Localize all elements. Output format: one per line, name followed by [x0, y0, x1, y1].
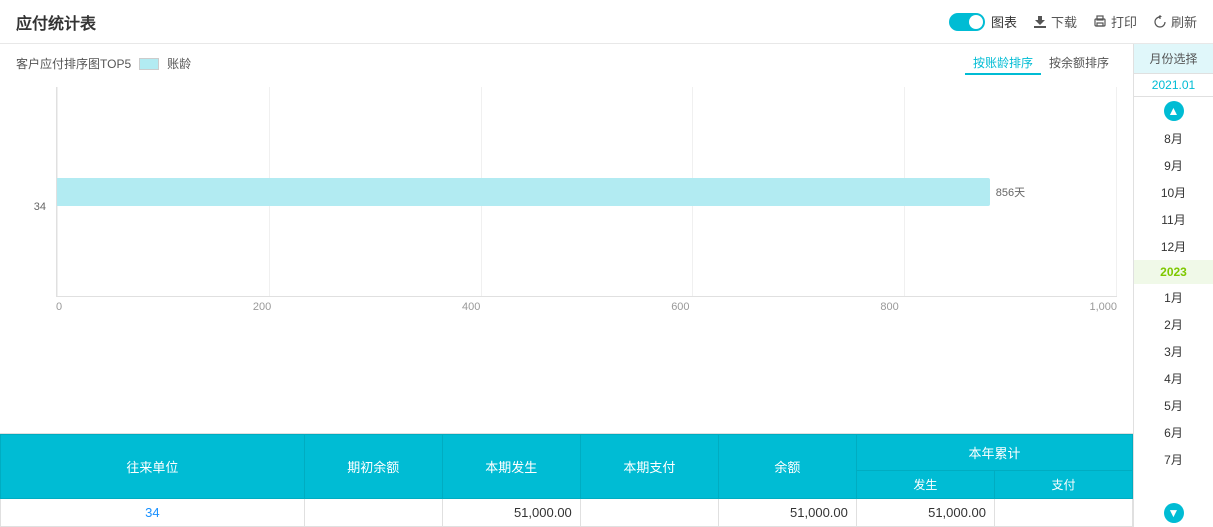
- sidebar-month-nov[interactable]: 11月: [1134, 206, 1213, 233]
- x-label-200: 200: [253, 301, 271, 313]
- y-axis-label: 34: [16, 201, 46, 213]
- sidebar-month-jun[interactable]: 6月: [1134, 419, 1213, 446]
- refresh-label: 刷新: [1171, 12, 1197, 31]
- x-label-1000: 1,000: [1089, 301, 1117, 313]
- x-label-0: 0: [56, 301, 62, 313]
- page-title: 应付统计表: [16, 10, 96, 34]
- sidebar-month-apr[interactable]: 4月: [1134, 365, 1213, 392]
- legend-text: 客户应付排序图TOP5: [16, 55, 131, 72]
- sidebar-year-2023[interactable]: 2023: [1134, 260, 1213, 284]
- sidebar-month-jan[interactable]: 1月: [1134, 284, 1213, 311]
- cell-opening: [304, 499, 442, 527]
- table-section: 往来单位 期初余额 本期发生 本期支付 余额 本年累计 发生 支付: [0, 433, 1133, 527]
- sort-by-balance-button[interactable]: 按账龄排序: [965, 52, 1041, 75]
- cell-current-occur: 51,000.00: [442, 499, 580, 527]
- chart-area: 34: [0, 79, 1133, 433]
- cell-ytd-occur: 51,000.00: [856, 499, 994, 527]
- cell-unit: 34: [1, 499, 305, 527]
- x-label-400: 400: [462, 301, 480, 313]
- sidebar-month-jul[interactable]: 7月: [1134, 446, 1213, 473]
- table-header-row: 往来单位 期初余额 本期发生 本期支付 余额 本年累计: [1, 435, 1133, 471]
- col-opening-header: 期初余额: [304, 435, 442, 499]
- col-unit-header: 往来单位: [1, 435, 305, 499]
- sidebar-month-mar[interactable]: 3月: [1134, 338, 1213, 365]
- chart-toggle-label: 图表: [991, 12, 1017, 31]
- header-actions: 图表 下载 打印: [949, 12, 1197, 31]
- bar-end-label: 856天: [996, 184, 1025, 200]
- download-label: 下载: [1051, 12, 1077, 31]
- download-button[interactable]: 下载: [1033, 12, 1077, 31]
- legend-box: [139, 58, 159, 70]
- col-ytd-header: 本年累计: [856, 435, 1132, 471]
- legend-box-label: 账龄: [167, 55, 191, 72]
- sidebar-month-sep[interactable]: 9月: [1134, 152, 1213, 179]
- sort-by-amount-button[interactable]: 按余额排序: [1041, 52, 1117, 75]
- sidebar-header: 月份选择: [1134, 44, 1213, 74]
- up-arrow-icon[interactable]: ▲: [1164, 101, 1184, 121]
- sidebar-month-dec[interactable]: 12月: [1134, 233, 1213, 260]
- chart-toggle[interactable]: [949, 13, 985, 31]
- unit-link[interactable]: 34: [145, 505, 159, 520]
- sidebar-up-button[interactable]: ▲: [1134, 97, 1213, 125]
- bars-container: 856天: [57, 87, 1117, 296]
- sidebar-current-year: 2021.01: [1134, 74, 1213, 97]
- print-label: 打印: [1111, 12, 1137, 31]
- sidebar-month-oct[interactable]: 10月: [1134, 179, 1213, 206]
- col-current-occur-header: 本期发生: [442, 435, 580, 499]
- chart-header: 客户应付排序图TOP5 账龄 按账龄排序 按余额排序: [0, 44, 1133, 79]
- x-label-600: 600: [671, 301, 689, 313]
- bar-fill: [57, 178, 990, 206]
- sidebar-month-may[interactable]: 5月: [1134, 392, 1213, 419]
- col-balance-header: 余额: [718, 435, 856, 499]
- sidebar-down-button[interactable]: ▼: [1134, 499, 1213, 527]
- print-button[interactable]: 打印: [1093, 12, 1137, 31]
- col-current-pay-header: 本期支付: [580, 435, 718, 499]
- download-icon: [1033, 15, 1047, 29]
- cell-balance: 51,000.00: [718, 499, 856, 527]
- sidebar-month-feb[interactable]: 2月: [1134, 311, 1213, 338]
- sidebar-month-aug[interactable]: 8月: [1134, 125, 1213, 152]
- chart-toggle-container[interactable]: 图表: [949, 12, 1017, 31]
- chart-sort-buttons: 按账龄排序 按余额排序: [965, 52, 1117, 75]
- chart-legend: 客户应付排序图TOP5 账龄: [16, 55, 191, 72]
- cell-ytd-pay: [994, 499, 1132, 527]
- print-icon: [1093, 15, 1107, 29]
- table-row: 34 51,000.00 51,000.00 51,000.00: [1, 499, 1133, 527]
- x-label-800: 800: [880, 301, 898, 313]
- col-ytd-pay-header: 支付: [994, 471, 1132, 499]
- cell-current-pay: [580, 499, 718, 527]
- bar-row: 856天: [57, 178, 1117, 206]
- col-ytd-occur-header: 发生: [856, 471, 994, 499]
- refresh-icon: [1153, 15, 1167, 29]
- down-arrow-icon[interactable]: ▼: [1164, 503, 1184, 523]
- refresh-button[interactable]: 刷新: [1153, 12, 1197, 31]
- x-axis-labels: 0 200 400 600 800 1,000: [56, 297, 1117, 327]
- sidebar-months: 8月 9月 10月 11月 12月 2023 1月 2月 3月 4月 5月 6月…: [1134, 125, 1213, 499]
- sidebar: 月份选择 2021.01 ▲ 8月 9月 10月 11月 12月 2023 1月…: [1133, 44, 1213, 527]
